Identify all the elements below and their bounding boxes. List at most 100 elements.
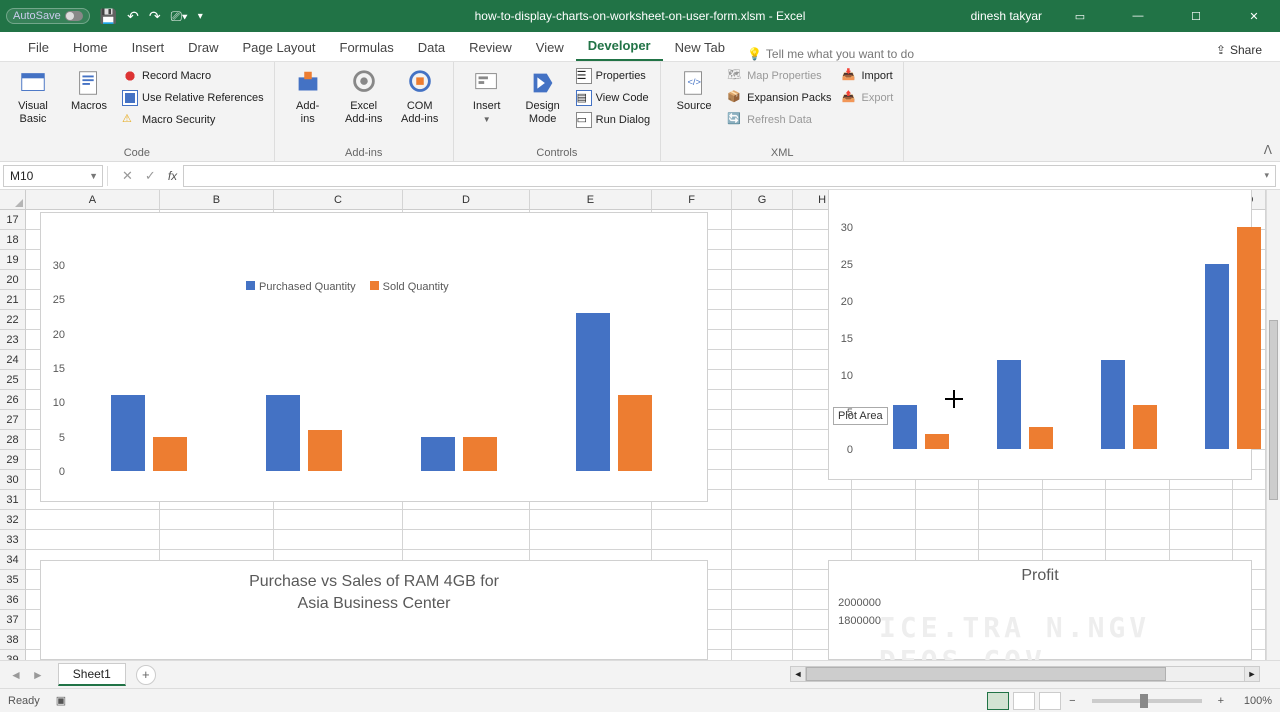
bar[interactable] xyxy=(1133,405,1157,449)
cell[interactable] xyxy=(916,510,979,530)
row-header-32[interactable]: 32 xyxy=(0,510,26,530)
autosave-toggle[interactable]: AutoSave xyxy=(6,8,90,24)
formula-input[interactable]: ▾ xyxy=(183,165,1276,187)
macro-record-status-icon[interactable]: ▣ xyxy=(56,694,66,707)
horizontal-scrollbar[interactable]: ◄ ► xyxy=(790,665,1260,683)
add-sheet-button[interactable]: + xyxy=(136,665,156,685)
user-name[interactable]: dinesh takyar xyxy=(971,9,1042,23)
vertical-scrollbar[interactable] xyxy=(1266,190,1280,660)
col-header-B[interactable]: B xyxy=(160,190,274,210)
cell[interactable] xyxy=(1106,490,1169,510)
col-header-F[interactable]: F xyxy=(652,190,732,210)
hscroll-thumb[interactable] xyxy=(806,667,1166,681)
minimize-icon[interactable]: — xyxy=(1118,0,1158,32)
row-header-30[interactable]: 30 xyxy=(0,470,26,490)
cell[interactable] xyxy=(1170,490,1233,510)
save-icon[interactable]: 💾 xyxy=(100,8,117,25)
close-icon[interactable]: ✕ xyxy=(1234,0,1274,32)
scrollbar-thumb[interactable] xyxy=(1269,320,1278,500)
cell[interactable] xyxy=(732,450,793,470)
tab-review[interactable]: Review xyxy=(457,34,524,61)
tab-insert[interactable]: Insert xyxy=(120,34,177,61)
cell[interactable] xyxy=(732,510,793,530)
row-header-25[interactable]: 25 xyxy=(0,370,26,390)
bar[interactable] xyxy=(1205,264,1229,449)
col-header-G[interactable]: G xyxy=(732,190,793,210)
sheet-nav-prev[interactable]: ◄ xyxy=(6,666,26,684)
cell[interactable] xyxy=(274,530,403,550)
bar[interactable] xyxy=(1029,427,1053,449)
tab-developer[interactable]: Developer xyxy=(576,32,663,61)
cell[interactable] xyxy=(732,490,793,510)
excel-addins-button[interactable]: Excel Add-ins xyxy=(339,66,389,126)
bar[interactable] xyxy=(266,395,300,471)
cell[interactable] xyxy=(732,530,793,550)
redo-icon[interactable]: ↷ xyxy=(149,8,161,25)
cell[interactable] xyxy=(793,510,853,530)
cell[interactable] xyxy=(732,250,793,270)
cell[interactable] xyxy=(852,530,915,550)
row-header-26[interactable]: 26 xyxy=(0,390,26,410)
addins-button[interactable]: Add- ins xyxy=(283,66,333,126)
cell[interactable] xyxy=(732,610,793,630)
cell[interactable] xyxy=(732,430,793,450)
bar[interactable] xyxy=(925,434,949,449)
cell[interactable] xyxy=(652,510,732,530)
tab-data[interactable]: Data xyxy=(406,34,457,61)
cell[interactable] xyxy=(274,510,403,530)
use-relative-button[interactable]: Use Relative References xyxy=(120,88,266,108)
ribbon-display-icon[interactable]: ▭ xyxy=(1060,0,1100,32)
bar[interactable] xyxy=(1101,360,1125,449)
sheet-nav-next[interactable]: ► xyxy=(28,666,48,684)
bar[interactable] xyxy=(463,437,497,471)
cell[interactable] xyxy=(403,530,530,550)
row-header-31[interactable]: 31 xyxy=(0,490,26,510)
cell[interactable] xyxy=(530,510,652,530)
tab-view[interactable]: View xyxy=(524,34,576,61)
macro-security-button[interactable]: ⚠Macro Security xyxy=(120,110,266,130)
tell-me[interactable]: 💡Tell me what you want to do xyxy=(747,47,914,61)
cell[interactable] xyxy=(852,490,915,510)
tab-file[interactable]: File xyxy=(16,34,61,61)
row-header-21[interactable]: 21 xyxy=(0,290,26,310)
row-header-37[interactable]: 37 xyxy=(0,610,26,630)
maximize-icon[interactable]: ☐ xyxy=(1176,0,1216,32)
row-header-23[interactable]: 23 xyxy=(0,330,26,350)
zoom-in-button[interactable]: + xyxy=(1214,695,1228,707)
col-header-E[interactable]: E xyxy=(530,190,652,210)
cell[interactable] xyxy=(793,530,853,550)
view-page-break-button[interactable] xyxy=(1039,692,1061,710)
cell[interactable] xyxy=(1233,510,1266,530)
row-header-22[interactable]: 22 xyxy=(0,310,26,330)
run-dialog-button[interactable]: ▭Run Dialog xyxy=(574,110,652,130)
bar[interactable] xyxy=(421,437,455,471)
cell[interactable] xyxy=(732,330,793,350)
cell[interactable] xyxy=(916,530,979,550)
cell[interactable] xyxy=(732,290,793,310)
cell[interactable] xyxy=(916,490,979,510)
col-header-A[interactable]: A xyxy=(26,190,160,210)
cell[interactable] xyxy=(732,630,793,650)
row-header-34[interactable]: 34 xyxy=(0,550,26,570)
col-header-D[interactable]: D xyxy=(403,190,530,210)
design-mode-button[interactable]: Design Mode xyxy=(518,66,568,126)
tab-formulas[interactable]: Formulas xyxy=(328,34,406,61)
chart-1[interactable]: Purchased Quantity Sold Quantity 0510152… xyxy=(40,212,708,502)
sheet-tab-1[interactable]: Sheet1 xyxy=(58,663,126,686)
touch-mode-icon[interactable]: ⎚▾ xyxy=(171,8,188,25)
view-normal-button[interactable] xyxy=(987,692,1009,710)
cell[interactable] xyxy=(160,510,274,530)
bar[interactable] xyxy=(1237,227,1261,449)
collapse-ribbon-icon[interactable]: ᐱ xyxy=(1264,143,1272,157)
cell[interactable] xyxy=(1106,510,1169,530)
row-header-36[interactable]: 36 xyxy=(0,590,26,610)
row-header-27[interactable]: 27 xyxy=(0,410,26,430)
properties-button[interactable]: ☰Properties xyxy=(574,66,652,86)
expand-formula-icon[interactable]: ▾ xyxy=(1264,170,1269,181)
select-all-corner[interactable] xyxy=(0,190,26,210)
row-header-28[interactable]: 28 xyxy=(0,430,26,450)
source-button[interactable]: </>Source xyxy=(669,66,719,113)
cell[interactable] xyxy=(530,530,652,550)
cell[interactable] xyxy=(160,530,274,550)
col-header-C[interactable]: C xyxy=(274,190,403,210)
